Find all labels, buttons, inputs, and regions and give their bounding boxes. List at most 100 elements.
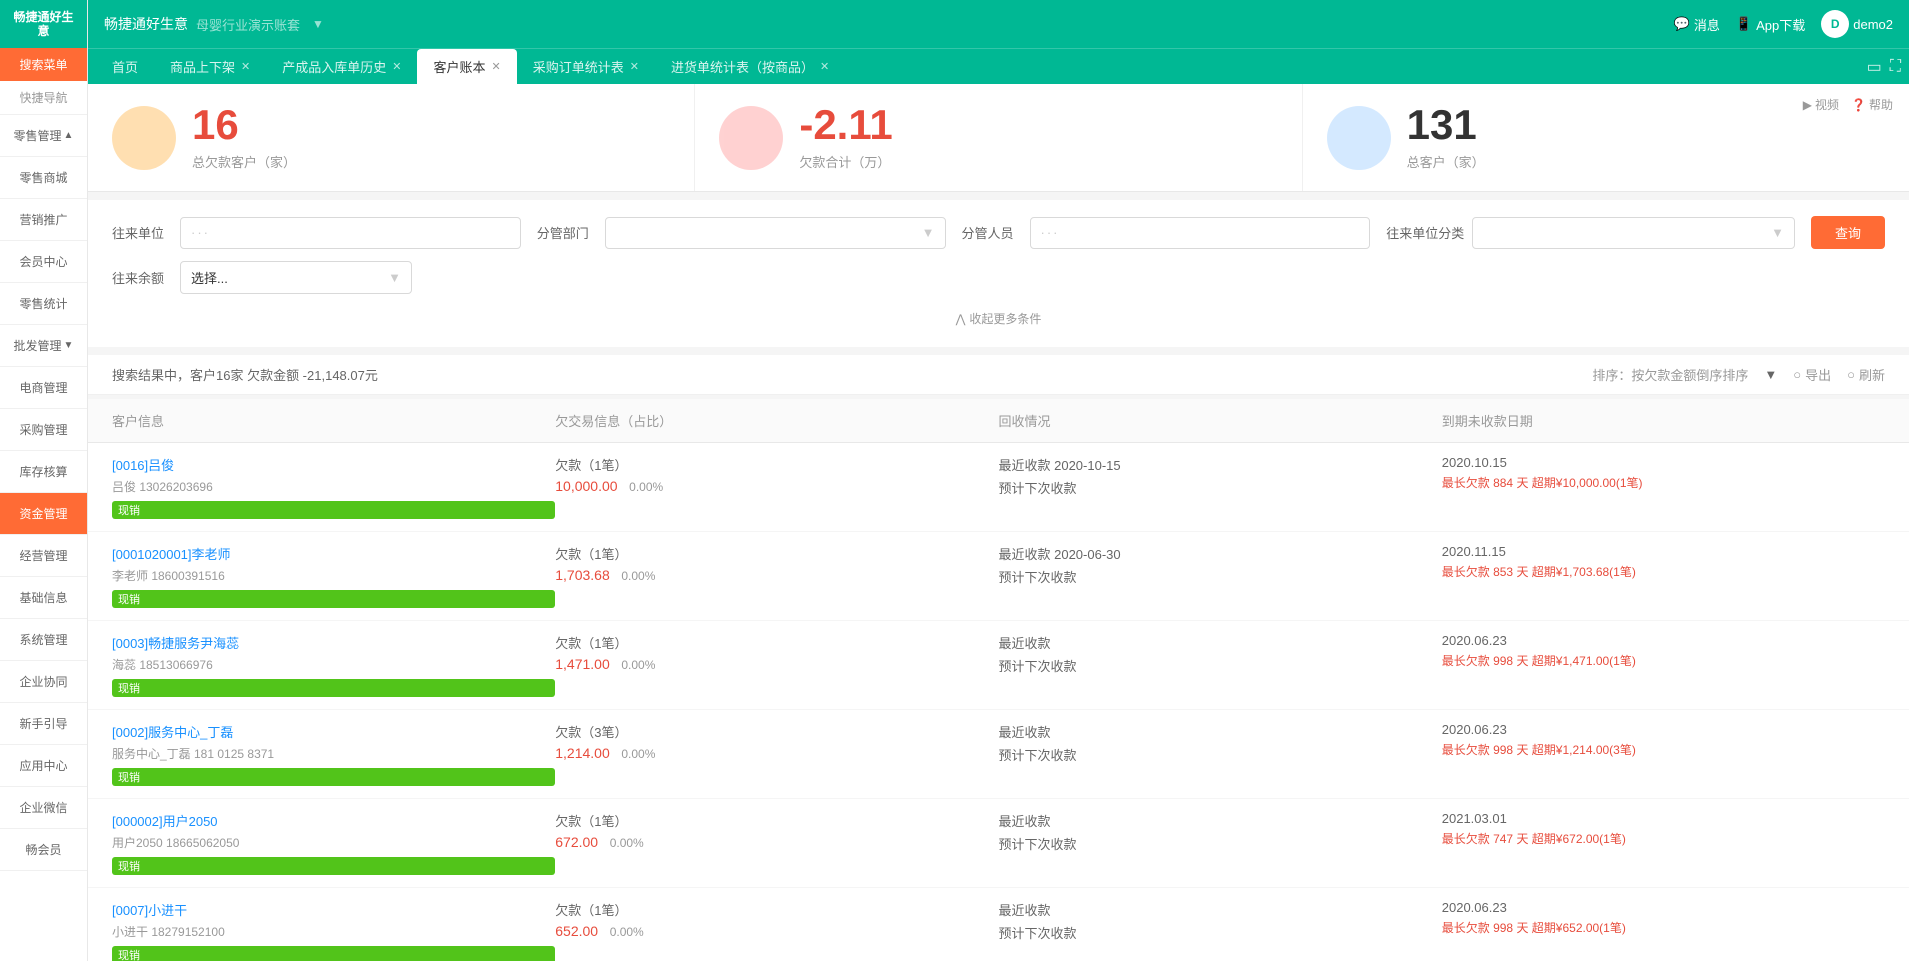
- due-info: 2021.03.01 最长欠款 747 天 超期¥672.00(1笔): [1442, 811, 1885, 847]
- maximize-icon[interactable]: ⛶: [1890, 58, 1901, 76]
- collapse-label: 收起更多条件: [969, 310, 1041, 327]
- sidebar-item-marketing[interactable]: 营销推广: [0, 199, 87, 241]
- tab-label: 产成品入库单历史: [282, 57, 386, 76]
- sidebar-item-member[interactable]: 会员中心: [0, 241, 87, 283]
- debt-amount-number: -2.11: [799, 104, 892, 146]
- chevron-down-icon: ▼: [388, 270, 401, 285]
- overdue-info[interactable]: 最长欠款 998 天 超期¥1,214.00(3笔): [1442, 741, 1885, 758]
- search-button[interactable]: 查询: [1811, 216, 1885, 249]
- next-payment: 预计下次收款: [999, 478, 1442, 497]
- overdue-info[interactable]: 最长欠款 884 天 超期¥10,000.00(1笔): [1442, 474, 1885, 491]
- overdue-info[interactable]: 最长欠款 853 天 超期¥1,703.68(1笔): [1442, 563, 1885, 580]
- stat-total-customers-content: 131 总客户（家）: [1407, 104, 1485, 171]
- overdue-info[interactable]: 最长欠款 747 天 超期¥672.00(1笔): [1442, 830, 1885, 847]
- dropdown-icon[interactable]: ▼: [312, 17, 324, 31]
- app-download-btn[interactable]: 📱 App下载: [1736, 15, 1805, 34]
- due-info: 2020.06.23 最长欠款 998 天 超期¥1,214.00(3笔): [1442, 722, 1885, 758]
- sidebar-item-ecommerce[interactable]: 电商管理: [0, 367, 87, 409]
- svg-text:¥: ¥: [137, 128, 150, 150]
- tab-home[interactable]: 首页: [96, 49, 154, 84]
- sidebar-item-retail-stats[interactable]: 零售统计: [0, 283, 87, 325]
- collapse-btn[interactable]: ⋀ 收起更多条件: [956, 310, 1042, 327]
- sidebar-item-vip[interactable]: 畅会员: [0, 829, 87, 871]
- video-icon: ▶: [1803, 98, 1812, 112]
- tab-purchase-order[interactable]: 采购订单统计表 ✕: [517, 49, 655, 84]
- customer-name-link[interactable]: [0007]小进干: [112, 900, 555, 919]
- customer-name-link[interactable]: [0016]吕俊: [112, 455, 555, 474]
- customer-info: [0007]小进干 小进干 18279152100 现销: [112, 900, 555, 961]
- col-due-date: 到期未收款日期: [1442, 411, 1885, 430]
- due-date: 2020.06.23: [1442, 900, 1885, 915]
- sidebar-item-label: 零售商城: [19, 171, 67, 185]
- close-icon[interactable]: ✕: [630, 60, 639, 73]
- tab-inbound-stats[interactable]: 进货单统计表（按商品） ✕: [655, 49, 845, 84]
- debt-count: 欠款（1笔）: [555, 544, 998, 563]
- sidebar-item-enterprise[interactable]: 企业协同: [0, 661, 87, 703]
- search-menu-btn[interactable]: 搜索菜单: [0, 48, 87, 81]
- refresh-btn[interactable]: ○ 刷新: [1847, 365, 1885, 384]
- close-icon[interactable]: ✕: [392, 60, 401, 73]
- debt-amount: 10,000.00: [555, 478, 617, 494]
- help-btn[interactable]: ❓ 帮助: [1851, 96, 1893, 113]
- next-payment: 预计下次收款: [999, 923, 1442, 942]
- close-icon[interactable]: ✕: [492, 60, 501, 73]
- customer-phone: 海蕊 18513066976: [112, 656, 555, 673]
- total-customers-label: 总客户（家）: [1407, 152, 1485, 171]
- tab-customer-account[interactable]: 客户账本 ✕: [417, 49, 516, 84]
- sidebar-item-inventory[interactable]: 库存核算: [0, 451, 87, 493]
- overdue-info[interactable]: 最长欠款 998 天 超期¥1,471.00(1笔): [1442, 652, 1885, 669]
- sidebar-item-system[interactable]: 系统管理: [0, 619, 87, 661]
- quick-nav-label: 快捷导航: [19, 91, 67, 105]
- chevron-up-icon: ⋀: [956, 312, 966, 326]
- customer-name-link[interactable]: [000002]用户2050: [112, 811, 555, 830]
- export-btn[interactable]: ○ 导出: [1793, 365, 1831, 384]
- sidebar-item-basic-info[interactable]: 基础信息: [0, 577, 87, 619]
- customer-info: [0003]畅捷服务尹海蕊 海蕊 18513066976 现销: [112, 633, 555, 697]
- minimize-icon[interactable]: ▭: [1867, 57, 1882, 77]
- payback-info: 最近收款 2020-06-30 预计下次收款: [999, 544, 1442, 586]
- payback-info: 最近收款 预计下次收款: [999, 633, 1442, 675]
- user-avatar[interactable]: D demo2: [1821, 10, 1893, 38]
- customer-phone: 用户2050 18665062050: [112, 834, 555, 851]
- sidebar-item-enterprise-wx[interactable]: 企业微信: [0, 787, 87, 829]
- debt-count: 欠款（1笔）: [555, 811, 998, 830]
- col-customer-info: 客户信息: [112, 411, 555, 430]
- message-btn[interactable]: 💬 消息: [1674, 15, 1720, 34]
- debt-amount: 652.00: [555, 923, 598, 939]
- debt-percent: 0.00%: [610, 836, 644, 850]
- sort-dropdown-icon[interactable]: ▼: [1764, 367, 1777, 382]
- sidebar-item-finance[interactable]: 资金管理: [0, 493, 87, 535]
- customer-name-link[interactable]: [0002]服务中心_丁磊: [112, 722, 555, 741]
- quick-nav[interactable]: 快捷导航: [0, 81, 87, 115]
- dept-select[interactable]: ▼: [605, 217, 946, 249]
- debt-amount: 1,471.00: [555, 656, 610, 672]
- sidebar-item-app-center[interactable]: 应用中心: [0, 745, 87, 787]
- manager-input[interactable]: ···: [1030, 217, 1371, 249]
- close-icon[interactable]: ✕: [820, 60, 829, 73]
- sidebar-item-retail-mgmt[interactable]: 零售管理 ▲: [0, 115, 87, 157]
- tab-product-offline[interactable]: 商品上下架 ✕: [154, 49, 266, 84]
- stat-debt-customers: ¥ 16 总欠款客户（家）: [88, 84, 695, 191]
- filter-manager: 分管人员 ···: [962, 217, 1371, 249]
- customer-name-link[interactable]: [0001020001]李老师: [112, 544, 555, 563]
- video-btn[interactable]: ▶ 视频: [1803, 96, 1839, 113]
- result-summary: 搜索结果中，客户16家 欠款金额 -21,148.07元: [112, 365, 378, 384]
- unit-category-select[interactable]: ▼: [1472, 217, 1795, 249]
- tab-product-history[interactable]: 产成品入库单历史 ✕: [266, 49, 417, 84]
- debt-count: 欠款（3笔）: [555, 722, 998, 741]
- close-icon[interactable]: ✕: [241, 60, 250, 73]
- customer-name-link[interactable]: [0003]畅捷服务尹海蕊: [112, 633, 555, 652]
- filter-area: 往来单位 ··· 分管部门 ▼ 分管人员 ···: [88, 200, 1909, 347]
- balance-select[interactable]: 选择... ▼: [180, 261, 412, 294]
- overdue-info[interactable]: 最长欠款 998 天 超期¥652.00(1笔): [1442, 919, 1885, 936]
- sidebar-item-purchase[interactable]: 采购管理: [0, 409, 87, 451]
- sidebar-item-batch-mgmt[interactable]: 批发管理 ▼: [0, 325, 87, 367]
- debt-info: 欠款（1笔） 672.00 0.00%: [555, 811, 998, 850]
- debt-count: 欠款（1笔）: [555, 455, 998, 474]
- sidebar-item-newbie[interactable]: 新手引导: [0, 703, 87, 745]
- refresh-label: 刷新: [1859, 365, 1885, 384]
- overdue-days: 最长欠款 998 天: [1442, 654, 1529, 668]
- from-unit-input[interactable]: ···: [180, 217, 521, 249]
- sidebar-item-retail-mall[interactable]: 零售商城: [0, 157, 87, 199]
- sidebar-item-operation[interactable]: 经营管理: [0, 535, 87, 577]
